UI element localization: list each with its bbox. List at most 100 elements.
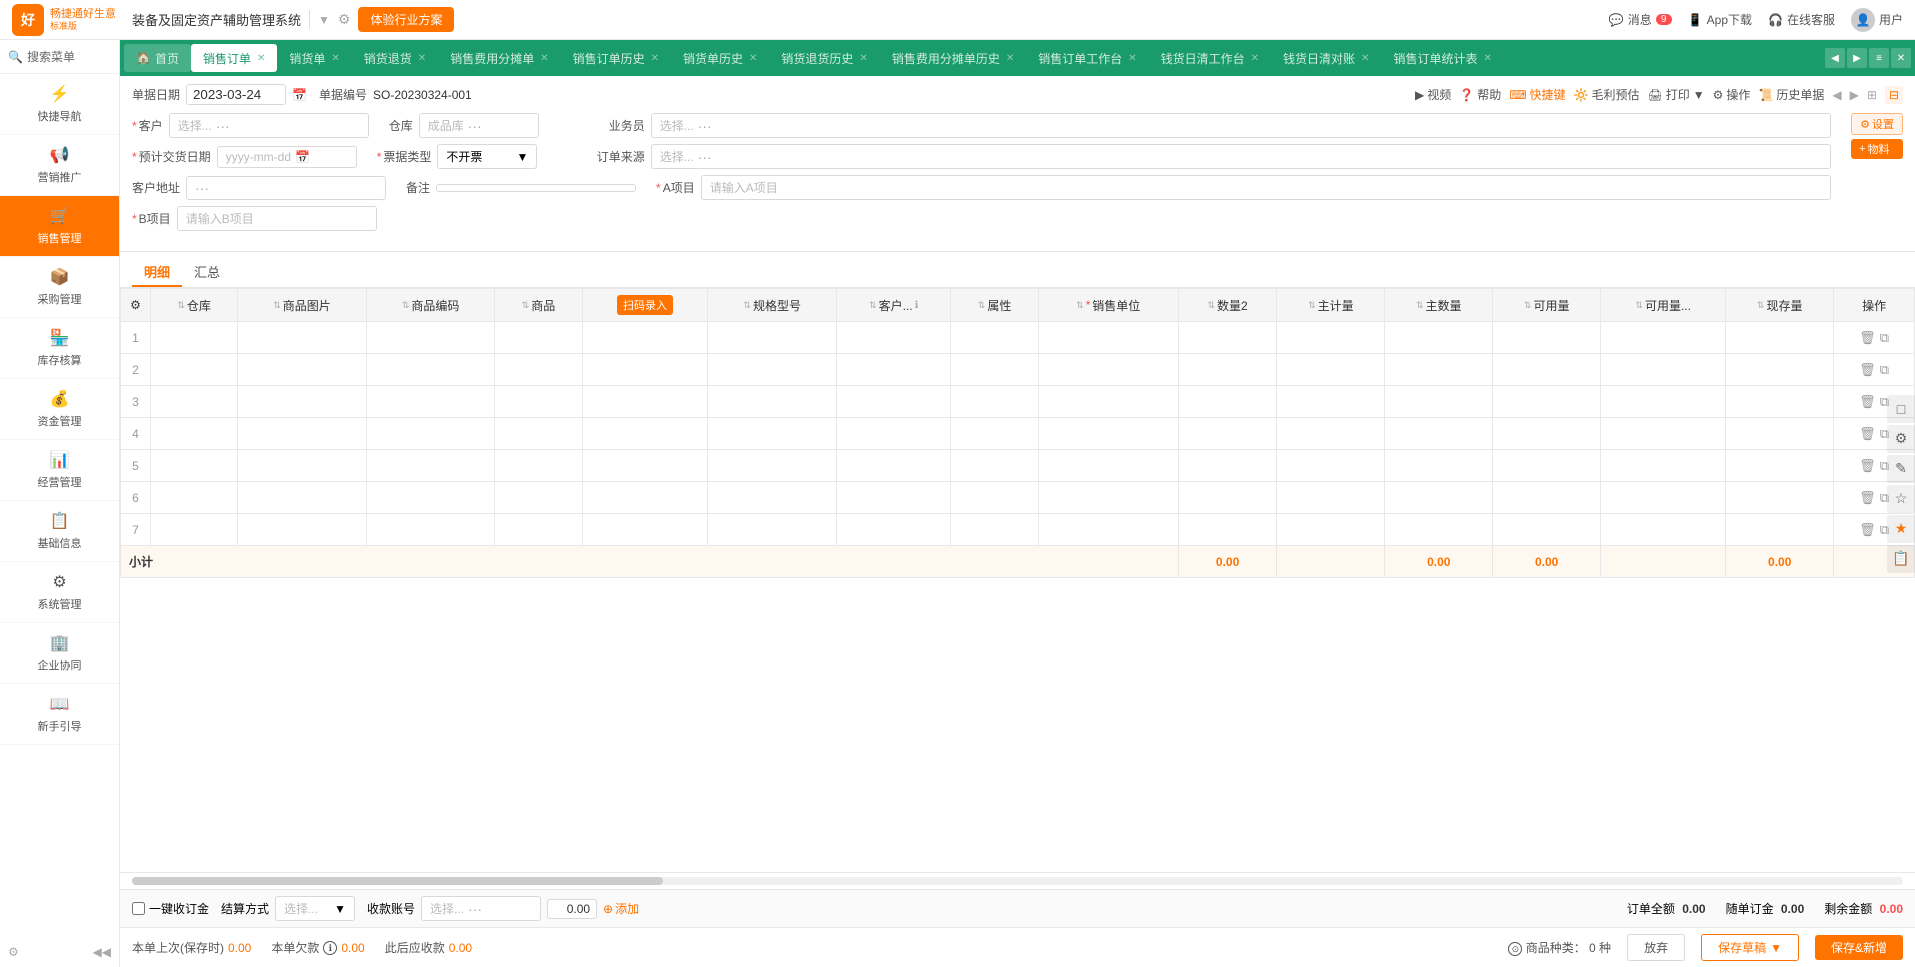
row-main-qty[interactable] bbox=[1385, 482, 1493, 514]
customer-expand-icon[interactable]: ··· bbox=[216, 118, 230, 134]
row-customer-code[interactable] bbox=[837, 482, 951, 514]
row-spec[interactable] bbox=[708, 514, 837, 546]
row-product[interactable] bbox=[495, 418, 582, 450]
row-spec[interactable] bbox=[708, 450, 837, 482]
history-btn[interactable]: 📜 历史单据 bbox=[1758, 86, 1824, 103]
row-customer-code[interactable] bbox=[837, 354, 951, 386]
notes-input[interactable] bbox=[436, 184, 636, 192]
row-attribute[interactable] bbox=[951, 450, 1038, 482]
tab-order-stats[interactable]: 销售订单统计表 ✕ bbox=[1381, 44, 1503, 72]
sidebar-item-purchase[interactable]: 📦 采购管理 bbox=[0, 257, 119, 318]
row-main-unit[interactable] bbox=[1277, 482, 1385, 514]
sidebar-item-operations[interactable]: 📊 经营管理 bbox=[0, 440, 119, 501]
tab-close-all-btn[interactable]: ✕ bbox=[1891, 48, 1911, 68]
tab-order-history[interactable]: 销售订单历史 ✕ bbox=[561, 44, 671, 72]
row-attribute[interactable] bbox=[951, 322, 1038, 354]
order-source-expand-icon[interactable]: ··· bbox=[698, 149, 712, 165]
row-main-qty[interactable] bbox=[1385, 514, 1493, 546]
sidebar-item-inventory[interactable]: 🏪 库存核算 bbox=[0, 318, 119, 379]
salesperson-expand-icon[interactable]: ··· bbox=[698, 118, 712, 134]
tab-daily-workbench[interactable]: 钱货日清工作台 ✕ bbox=[1149, 44, 1271, 72]
tab-daily-reconcile[interactable]: 钱货日清对账 ✕ bbox=[1271, 44, 1381, 72]
row-product[interactable] bbox=[495, 386, 582, 418]
delete-row-icon[interactable]: 🗑 bbox=[1859, 362, 1876, 378]
row-main-unit[interactable] bbox=[1277, 418, 1385, 450]
close-tab-daily-workbench[interactable]: ✕ bbox=[1251, 53, 1259, 64]
tab-sales-goods[interactable]: 销货单 ✕ bbox=[277, 44, 351, 72]
close-tab-sales-goods[interactable]: ✕ bbox=[331, 53, 339, 64]
one-click-deposit-checkbox[interactable] bbox=[132, 902, 145, 915]
sidebar-item-finance[interactable]: 💰 资金管理 bbox=[0, 379, 119, 440]
a-project-input[interactable]: 请输入A项目 bbox=[701, 175, 1831, 200]
row-warehouse[interactable] bbox=[151, 386, 238, 418]
row-main-qty[interactable] bbox=[1385, 322, 1493, 354]
search-menu-btn[interactable]: 🔍 搜索菜单 bbox=[0, 40, 119, 74]
settings-sidebar-icon[interactable]: ⚙ bbox=[8, 945, 19, 959]
delete-row-icon[interactable]: 🗑 bbox=[1859, 522, 1876, 538]
order-date-input[interactable] bbox=[186, 84, 286, 105]
row-product[interactable] bbox=[495, 322, 582, 354]
row-sales-unit[interactable] bbox=[1038, 386, 1178, 418]
row-code[interactable] bbox=[366, 514, 495, 546]
float-btn-5[interactable]: ★ bbox=[1887, 515, 1915, 543]
tab-sales-return[interactable]: 销货退货 ✕ bbox=[352, 44, 438, 72]
close-tab-fee-history[interactable]: ✕ bbox=[1006, 53, 1014, 64]
row-customer-code[interactable] bbox=[837, 514, 951, 546]
sidebar-item-system[interactable]: ⚙ 系统管理 bbox=[0, 562, 119, 623]
sidebar-item-quicknav[interactable]: ⚡ 快捷导航 bbox=[0, 74, 119, 135]
gear-th-icon[interactable]: ⚙ bbox=[130, 298, 141, 312]
save-draft-dropdown-icon[interactable]: ▼ bbox=[1770, 941, 1782, 955]
save-draft-btn[interactable]: 保存草稿 ▼ bbox=[1701, 934, 1799, 961]
grid-view-icon[interactable]: ⊞ bbox=[1867, 88, 1877, 102]
row-warehouse[interactable] bbox=[151, 322, 238, 354]
copy-row-icon[interactable]: ⧉ bbox=[1880, 330, 1889, 346]
sidebar-item-sales[interactable]: 🛒 销售管理 bbox=[0, 196, 119, 257]
row-spec[interactable] bbox=[708, 482, 837, 514]
salesperson-input[interactable]: 选择... ··· bbox=[651, 113, 1831, 138]
table-view-icon[interactable]: ⊟ bbox=[1885, 86, 1903, 104]
row-warehouse[interactable] bbox=[151, 354, 238, 386]
row-product[interactable] bbox=[495, 450, 582, 482]
view-btn[interactable]: ▶ 视频 bbox=[1415, 86, 1451, 103]
gear-settings-btn[interactable]: ⚙ 设置 bbox=[1851, 113, 1903, 135]
row-code[interactable] bbox=[366, 322, 495, 354]
copy-row-icon[interactable]: ⧉ bbox=[1880, 362, 1889, 378]
tab-order-workbench[interactable]: 销售订单工作台 ✕ bbox=[1026, 44, 1148, 72]
row-attribute[interactable] bbox=[951, 354, 1038, 386]
tab-prev-btn[interactable]: ◀ bbox=[1825, 48, 1845, 68]
row-product[interactable] bbox=[495, 514, 582, 546]
industry-btn[interactable]: 体验行业方案 bbox=[358, 7, 454, 32]
delivery-date-input[interactable]: yyyy-mm-dd 📅 bbox=[217, 146, 357, 168]
close-tab-order-workbench[interactable]: ✕ bbox=[1128, 53, 1136, 64]
row-main-unit[interactable] bbox=[1277, 450, 1385, 482]
close-tab-order-stats[interactable]: ✕ bbox=[1483, 53, 1491, 64]
row-sales-unit[interactable] bbox=[1038, 354, 1178, 386]
row-main-qty[interactable] bbox=[1385, 354, 1493, 386]
customer-address-expand-icon[interactable]: ··· bbox=[195, 180, 209, 196]
tab-detail[interactable]: 明细 bbox=[132, 258, 182, 287]
settings-icon[interactable]: ⚙ bbox=[338, 11, 351, 28]
profit-btn[interactable]: 🔆 毛利预估 bbox=[1574, 86, 1640, 103]
row-product[interactable] bbox=[495, 354, 582, 386]
row-attribute[interactable] bbox=[951, 514, 1038, 546]
tab-next-btn[interactable]: ▶ bbox=[1847, 48, 1867, 68]
close-tab-return-history[interactable]: ✕ bbox=[859, 53, 867, 64]
row-customer-code[interactable] bbox=[837, 418, 951, 450]
row-spec[interactable] bbox=[708, 418, 837, 450]
tab-sales-order[interactable]: 销售订单 ✕ bbox=[191, 44, 277, 72]
operation-btn[interactable]: ⚙ 操作 bbox=[1713, 86, 1751, 103]
tab-goods-history[interactable]: 销货单历史 ✕ bbox=[671, 44, 769, 72]
save-new-btn[interactable]: 保存&新增 bbox=[1815, 935, 1903, 960]
close-tab-daily-reconcile[interactable]: ✕ bbox=[1361, 53, 1369, 64]
account-input[interactable]: 选择... ··· bbox=[421, 896, 541, 921]
row-main-unit[interactable] bbox=[1277, 386, 1385, 418]
float-btn-6[interactable]: 📋 bbox=[1887, 545, 1915, 573]
b-project-input[interactable]: 请输入B项目 bbox=[177, 206, 377, 231]
settlement-select[interactable]: 选择... ▼ bbox=[275, 896, 355, 921]
row-code[interactable] bbox=[366, 482, 495, 514]
system-dropdown-icon[interactable]: ▼ bbox=[318, 13, 330, 27]
order-source-input[interactable]: 选择... ··· bbox=[651, 144, 1831, 169]
warehouse-input[interactable]: 成品库 ··· bbox=[419, 113, 539, 138]
sidebar-item-guide[interactable]: 📖 新手引导 bbox=[0, 684, 119, 745]
sidebar-item-marketing[interactable]: 📢 营销推广 bbox=[0, 135, 119, 196]
